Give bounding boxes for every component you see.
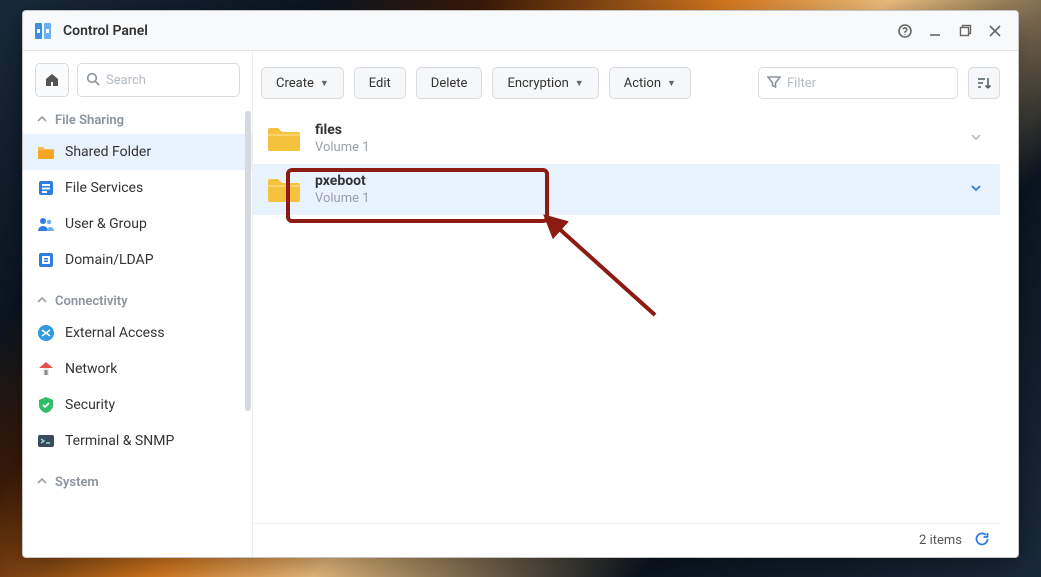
domain-ldap-icon xyxy=(37,251,55,269)
sidebar-item-terminal-snmp[interactable]: Terminal & SNMP xyxy=(23,423,252,459)
create-button[interactable]: Create ▼ xyxy=(261,67,344,99)
sidebar-item-label: Network xyxy=(65,361,117,377)
folder-icon xyxy=(267,125,301,153)
app-icon xyxy=(33,21,53,41)
chevron-down-icon[interactable] xyxy=(970,182,988,197)
chevron-up-icon xyxy=(37,294,47,309)
chevron-up-icon xyxy=(37,113,47,128)
button-label: Delete xyxy=(431,76,468,91)
user-group-icon xyxy=(37,215,55,233)
sidebar-search[interactable] xyxy=(77,63,240,97)
sidebar-item-label: Security xyxy=(65,397,115,413)
button-label: Encryption xyxy=(507,76,568,91)
sidebar-item-label: User & Group xyxy=(65,216,147,232)
external-access-icon xyxy=(37,324,55,342)
home-button[interactable] xyxy=(35,63,69,97)
sidebar-item-label: Terminal & SNMP xyxy=(65,433,174,449)
folder-name: pxeboot xyxy=(315,173,956,189)
delete-button[interactable]: Delete xyxy=(416,67,483,99)
help-button[interactable] xyxy=(890,17,920,45)
filter-icon xyxy=(767,74,781,93)
section-label: System xyxy=(55,475,99,490)
control-panel-window: Control Panel xyxy=(22,10,1019,558)
sidebar-item-shared-folder[interactable]: Shared Folder xyxy=(23,134,252,170)
sidebar-scrollbar[interactable] xyxy=(245,111,251,411)
sort-button[interactable] xyxy=(968,67,1000,99)
sidebar: File Sharing Shared Folder File Services… xyxy=(23,51,253,557)
shield-icon xyxy=(37,396,55,414)
folder-icon xyxy=(37,143,55,161)
sidebar-item-label: Shared Folder xyxy=(65,144,151,160)
button-label: Edit xyxy=(369,76,391,91)
section-file-sharing[interactable]: File Sharing xyxy=(23,107,252,134)
search-input[interactable] xyxy=(106,73,231,88)
sidebar-item-security[interactable]: Security xyxy=(23,387,252,423)
minimize-button[interactable] xyxy=(920,17,950,45)
sidebar-item-network[interactable]: Network xyxy=(23,351,252,387)
folder-list: files Volume 1 pxeboot Volume 1 xyxy=(253,113,1000,523)
folder-name: files xyxy=(315,122,956,138)
sidebar-item-file-services[interactable]: File Services xyxy=(23,170,252,206)
filter-input[interactable] xyxy=(787,76,949,91)
encryption-button[interactable]: Encryption ▼ xyxy=(492,67,598,99)
edit-button[interactable]: Edit xyxy=(354,67,406,99)
file-services-icon xyxy=(37,179,55,197)
titlebar: Control Panel xyxy=(23,11,1018,51)
sidebar-item-external-access[interactable]: External Access xyxy=(23,315,252,351)
folder-row[interactable]: pxeboot Volume 1 xyxy=(253,164,1000,215)
maximize-button[interactable] xyxy=(950,17,980,45)
folder-volume: Volume 1 xyxy=(315,140,956,155)
status-bar: 2 items xyxy=(253,523,1000,557)
search-icon xyxy=(86,71,100,90)
button-label: Create xyxy=(276,76,314,91)
chevron-down-icon[interactable] xyxy=(970,131,988,146)
sidebar-item-user-group[interactable]: User & Group xyxy=(23,206,252,242)
terminal-icon xyxy=(37,432,55,450)
sidebar-item-domain-ldap[interactable]: Domain/LDAP xyxy=(23,242,252,278)
action-button[interactable]: Action ▼ xyxy=(609,67,691,99)
folder-icon xyxy=(267,176,301,204)
section-label: Connectivity xyxy=(55,294,128,309)
caret-down-icon: ▼ xyxy=(575,78,584,89)
folder-volume: Volume 1 xyxy=(315,191,956,206)
section-system[interactable]: System xyxy=(23,469,252,496)
section-connectivity[interactable]: Connectivity xyxy=(23,288,252,315)
caret-down-icon: ▼ xyxy=(320,78,329,89)
toolbar: Create ▼ Edit Delete Encryption ▼ Action… xyxy=(253,67,1000,113)
sidebar-item-label: External Access xyxy=(65,325,165,341)
network-icon xyxy=(37,360,55,378)
main-panel: Create ▼ Edit Delete Encryption ▼ Action… xyxy=(253,51,1018,557)
sidebar-item-label: Domain/LDAP xyxy=(65,252,154,268)
section-label: File Sharing xyxy=(55,113,124,128)
filter-field[interactable] xyxy=(758,67,958,99)
window-title: Control Panel xyxy=(63,23,890,39)
refresh-button[interactable] xyxy=(974,531,990,551)
button-label: Action xyxy=(624,76,661,91)
chevron-up-icon xyxy=(37,475,47,490)
close-button[interactable] xyxy=(980,17,1010,45)
sidebar-item-label: File Services xyxy=(65,180,143,196)
folder-row[interactable]: files Volume 1 xyxy=(253,113,1000,164)
caret-down-icon: ▼ xyxy=(667,78,676,89)
status-count: 2 items xyxy=(919,533,962,548)
window-body: File Sharing Shared Folder File Services… xyxy=(23,51,1018,557)
